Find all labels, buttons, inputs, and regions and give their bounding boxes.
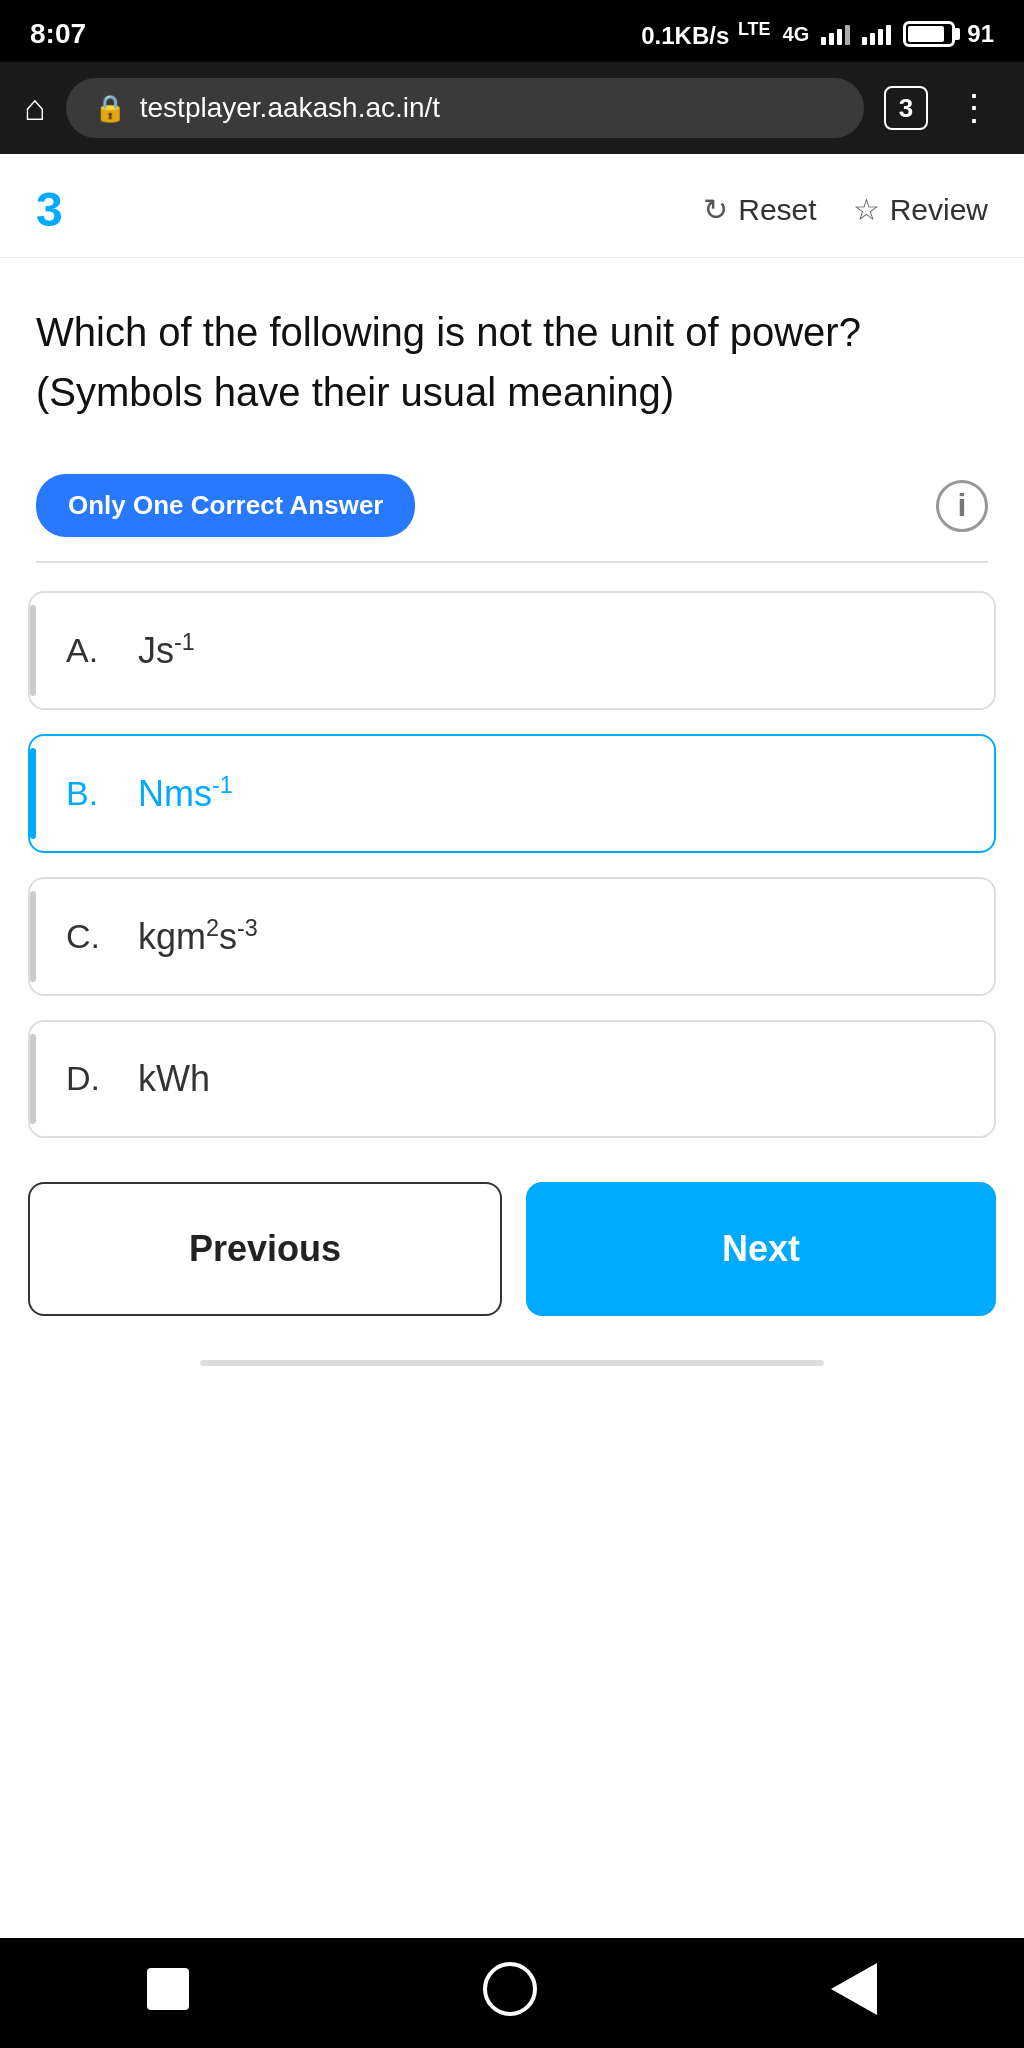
status-bar: 8:07 0.1KB/s LTE 4G 91 xyxy=(0,0,1024,62)
option-c-label: C. xyxy=(66,917,110,956)
reset-button[interactable]: ↻ Reset xyxy=(703,192,816,227)
scroll-hint xyxy=(200,1360,824,1366)
option-a-label: A. xyxy=(66,631,110,670)
header-actions: ↻ Reset ☆ Review xyxy=(703,192,988,227)
answer-type-row: Only One Correct Answer i xyxy=(0,450,1024,553)
option-a-bar xyxy=(30,605,36,696)
previous-button[interactable]: Previous xyxy=(28,1182,502,1316)
option-d-bar xyxy=(30,1034,36,1124)
signal-bars-icon-2 xyxy=(862,23,891,45)
question-body: Which of the following is not the unit o… xyxy=(0,258,1024,450)
option-c-value: kgm2s-3 xyxy=(138,915,258,958)
option-b-label: B. xyxy=(66,774,110,813)
url-bar[interactable]: 🔒 testplayer.aakash.ac.in/t xyxy=(66,78,864,138)
nav-circle-icon[interactable] xyxy=(483,1962,537,2016)
info-icon[interactable]: i xyxy=(936,480,988,532)
options-list: A. Js-1 B. Nms-1 C. kgm2s-3 D. kWh xyxy=(0,591,1024,1138)
main-content: 3 ↻ Reset ☆ Review Which of the followin… xyxy=(0,154,1024,2002)
option-a-value: Js-1 xyxy=(138,629,195,672)
lock-icon: 🔒 xyxy=(94,93,126,124)
option-d-value: kWh xyxy=(138,1058,210,1100)
divider xyxy=(36,561,988,563)
option-d-label: D. xyxy=(66,1059,110,1098)
option-c-bar xyxy=(30,891,36,982)
review-button[interactable]: ☆ Review xyxy=(853,192,988,227)
question-text: Which of the following is not the unit o… xyxy=(36,302,988,422)
network-type: 4G xyxy=(783,23,810,46)
browser-bar: ⌂ 🔒 testplayer.aakash.ac.in/t 3 ⋮ xyxy=(0,62,1024,154)
tab-count-badge[interactable]: 3 xyxy=(884,86,928,130)
status-right: 0.1KB/s LTE 4G 91 xyxy=(641,19,994,50)
url-text: testplayer.aakash.ac.in/t xyxy=(140,92,440,124)
answer-type-badge: Only One Correct Answer xyxy=(36,474,415,537)
nav-square-icon[interactable] xyxy=(147,1968,189,2010)
nav-buttons: Previous Next xyxy=(0,1138,1024,1352)
home-icon[interactable]: ⌂ xyxy=(24,87,46,129)
option-b-bar xyxy=(30,748,36,839)
option-a[interactable]: A. Js-1 xyxy=(28,591,996,710)
signal-bars-icon xyxy=(821,23,850,45)
option-d[interactable]: D. kWh xyxy=(28,1020,996,1138)
option-b-value: Nms-1 xyxy=(138,772,233,815)
reset-icon: ↻ xyxy=(703,192,728,227)
battery-percent: 91 xyxy=(967,20,994,48)
battery-icon xyxy=(903,21,955,47)
question-number: 3 xyxy=(36,182,63,237)
time-display: 8:07 xyxy=(30,18,86,50)
network-speed: 0.1KB/s LTE xyxy=(641,19,770,50)
lte-badge: LTE xyxy=(738,19,771,39)
bottom-nav-bar xyxy=(0,1938,1024,2048)
star-icon: ☆ xyxy=(853,192,880,227)
nav-back-icon[interactable] xyxy=(831,1963,877,2015)
option-b[interactable]: B. Nms-1 xyxy=(28,734,996,853)
next-button[interactable]: Next xyxy=(526,1182,996,1316)
option-c[interactable]: C. kgm2s-3 xyxy=(28,877,996,996)
question-header: 3 ↻ Reset ☆ Review xyxy=(0,154,1024,258)
menu-dots-icon[interactable]: ⋮ xyxy=(948,87,1000,129)
